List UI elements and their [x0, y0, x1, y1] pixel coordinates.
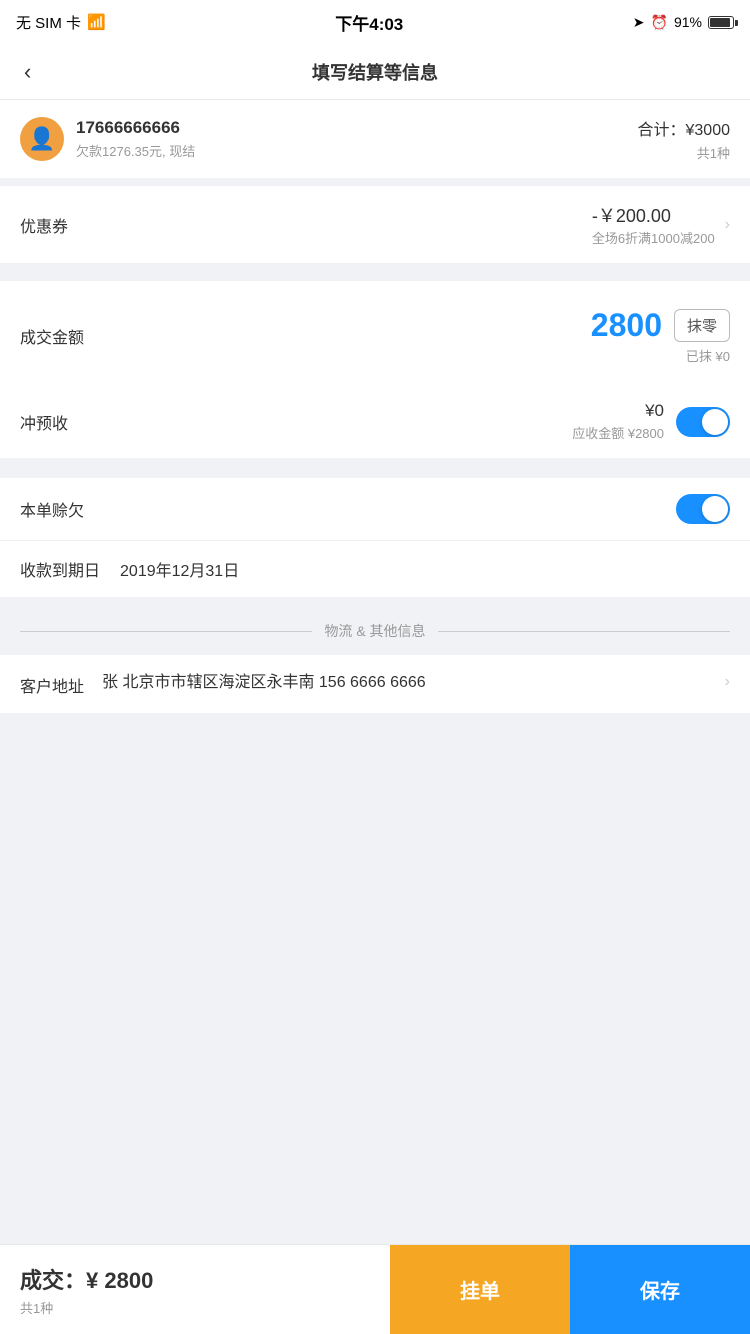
page-title: 填写结算等信息 [312, 59, 438, 85]
status-bar: 无 SIM 卡 📶 下午4:03 ➤ ⏰ 91% [0, 0, 750, 44]
arrears-label: 本单赊欠 [20, 497, 84, 521]
deal-amount-value: 2800 [591, 307, 662, 344]
deal-amount-section: 成交金额 2800 抹零 已抹 ¥0 [0, 281, 750, 391]
duedate-section: 收款到期日 2019年12月31日 [0, 540, 750, 597]
bottom-spacer [0, 713, 750, 813]
customer-info: 17666666666 欠款1276.35元, 现结 [76, 118, 195, 160]
address-section[interactable]: 客户地址 张 北京市市辖区海淀区永丰南 156 6666 6666 › [0, 655, 750, 713]
pending-button[interactable]: 挂单 [390, 1245, 570, 1334]
prepaid-receivable: 应收金额 ¥2800 [572, 423, 664, 442]
section-gap-3 [0, 597, 750, 607]
coupon-right: -￥200.00 全场6折满1000减200 › [592, 202, 730, 247]
battery-text: 91% [674, 14, 702, 30]
bottom-summary: 成交：¥ 2800 共1种 [0, 1263, 390, 1317]
customer-left: 👤 17666666666 欠款1276.35元, 现结 [20, 117, 195, 161]
address-label: 客户地址 [20, 673, 90, 697]
deal-amount-right: 2800 抹零 已抹 ¥0 [591, 307, 730, 365]
prepaid-toggle[interactable] [676, 407, 730, 437]
prepaid-section: 冲预收 ¥0 应收金额 ¥2800 [0, 391, 750, 458]
back-button[interactable]: ‹ [16, 51, 39, 93]
status-left: 无 SIM 卡 📶 [16, 12, 106, 33]
section-gap-1 [0, 271, 750, 281]
alarm-icon: ⏰ [651, 14, 668, 31]
prepaid-label: 冲预收 [20, 410, 68, 434]
deal-amount-area: 2800 抹零 [591, 307, 730, 344]
coupon-discount: -￥200.00 [592, 202, 719, 228]
deal-amount-row: 成交金额 2800 抹零 已抹 ¥0 [20, 297, 730, 375]
avatar: 👤 [20, 117, 64, 161]
coupon-description: 全场6折满1000减200 [592, 228, 715, 247]
duedate-label: 收款到期日 [20, 557, 100, 581]
bottom-bar: 成交：¥ 2800 共1种 挂单 保存 [0, 1244, 750, 1334]
section-gap-2 [0, 458, 750, 468]
logistics-line-left [20, 631, 312, 632]
arrears-toggle[interactable] [676, 494, 730, 524]
status-time: 下午4:03 [335, 10, 403, 35]
duedate-value: 2019年12月31日 [120, 557, 239, 581]
deal-amount-label: 成交金额 [20, 324, 84, 348]
arrears-toggle-knob [702, 496, 728, 522]
bottom-count: 共1种 [20, 1298, 370, 1317]
prepaid-row: 冲预收 ¥0 应收金额 ¥2800 [20, 401, 730, 442]
main-content: 👤 17666666666 欠款1276.35元, 现结 合计：¥3000 共1… [0, 100, 750, 903]
address-chevron-icon: › [725, 673, 730, 691]
bottom-deal-text: 成交：¥ 2800 [20, 1263, 370, 1295]
logistics-line-right [438, 631, 730, 632]
customer-right: 合计：¥3000 共1种 [638, 116, 731, 162]
customer-card: 👤 17666666666 欠款1276.35元, 现结 合计：¥3000 共1… [0, 100, 750, 178]
prepaid-right: ¥0 应收金额 ¥2800 [572, 401, 730, 442]
total-amount: 合计：¥3000 [638, 116, 731, 140]
deal-sub-text: 已抹 ¥0 [591, 346, 730, 365]
coupon-label: 优惠券 [20, 213, 68, 237]
save-button[interactable]: 保存 [570, 1245, 750, 1334]
logistics-header: 物流 & 其他信息 [0, 607, 750, 655]
arrears-section: 本单赊欠 [0, 478, 750, 540]
customer-phone: 17666666666 [76, 118, 195, 138]
logistics-label: 物流 & 其他信息 [312, 621, 437, 641]
carrier-text: 无 SIM 卡 [16, 12, 81, 33]
coupon-chevron-icon: › [725, 216, 730, 234]
status-right: ➤ ⏰ 91% [633, 14, 734, 31]
location-icon: ➤ [633, 14, 645, 31]
prepaid-toggle-knob [702, 409, 728, 435]
battery-icon [708, 16, 734, 29]
nav-bar: ‹ 填写结算等信息 [0, 44, 750, 100]
total-count: 共1种 [638, 143, 731, 162]
bottom-deal-label: 成交： [20, 1268, 86, 1293]
prepaid-amount: ¥0 [572, 401, 664, 421]
customer-debt: 欠款1276.35元, 现结 [76, 141, 195, 160]
wifi-icon: 📶 [87, 13, 106, 31]
round-button[interactable]: 抹零 [674, 309, 730, 342]
coupon-row[interactable]: 优惠券 -￥200.00 全场6折满1000减200 › [0, 186, 750, 263]
prepaid-amount-block: ¥0 应收金额 ¥2800 [572, 401, 664, 442]
avatar-icon: 👤 [28, 126, 55, 152]
address-value: 张 北京市市辖区海淀区永丰南 156 6666 6666 [90, 671, 725, 695]
bottom-deal-amount: ¥ 2800 [86, 1268, 153, 1293]
